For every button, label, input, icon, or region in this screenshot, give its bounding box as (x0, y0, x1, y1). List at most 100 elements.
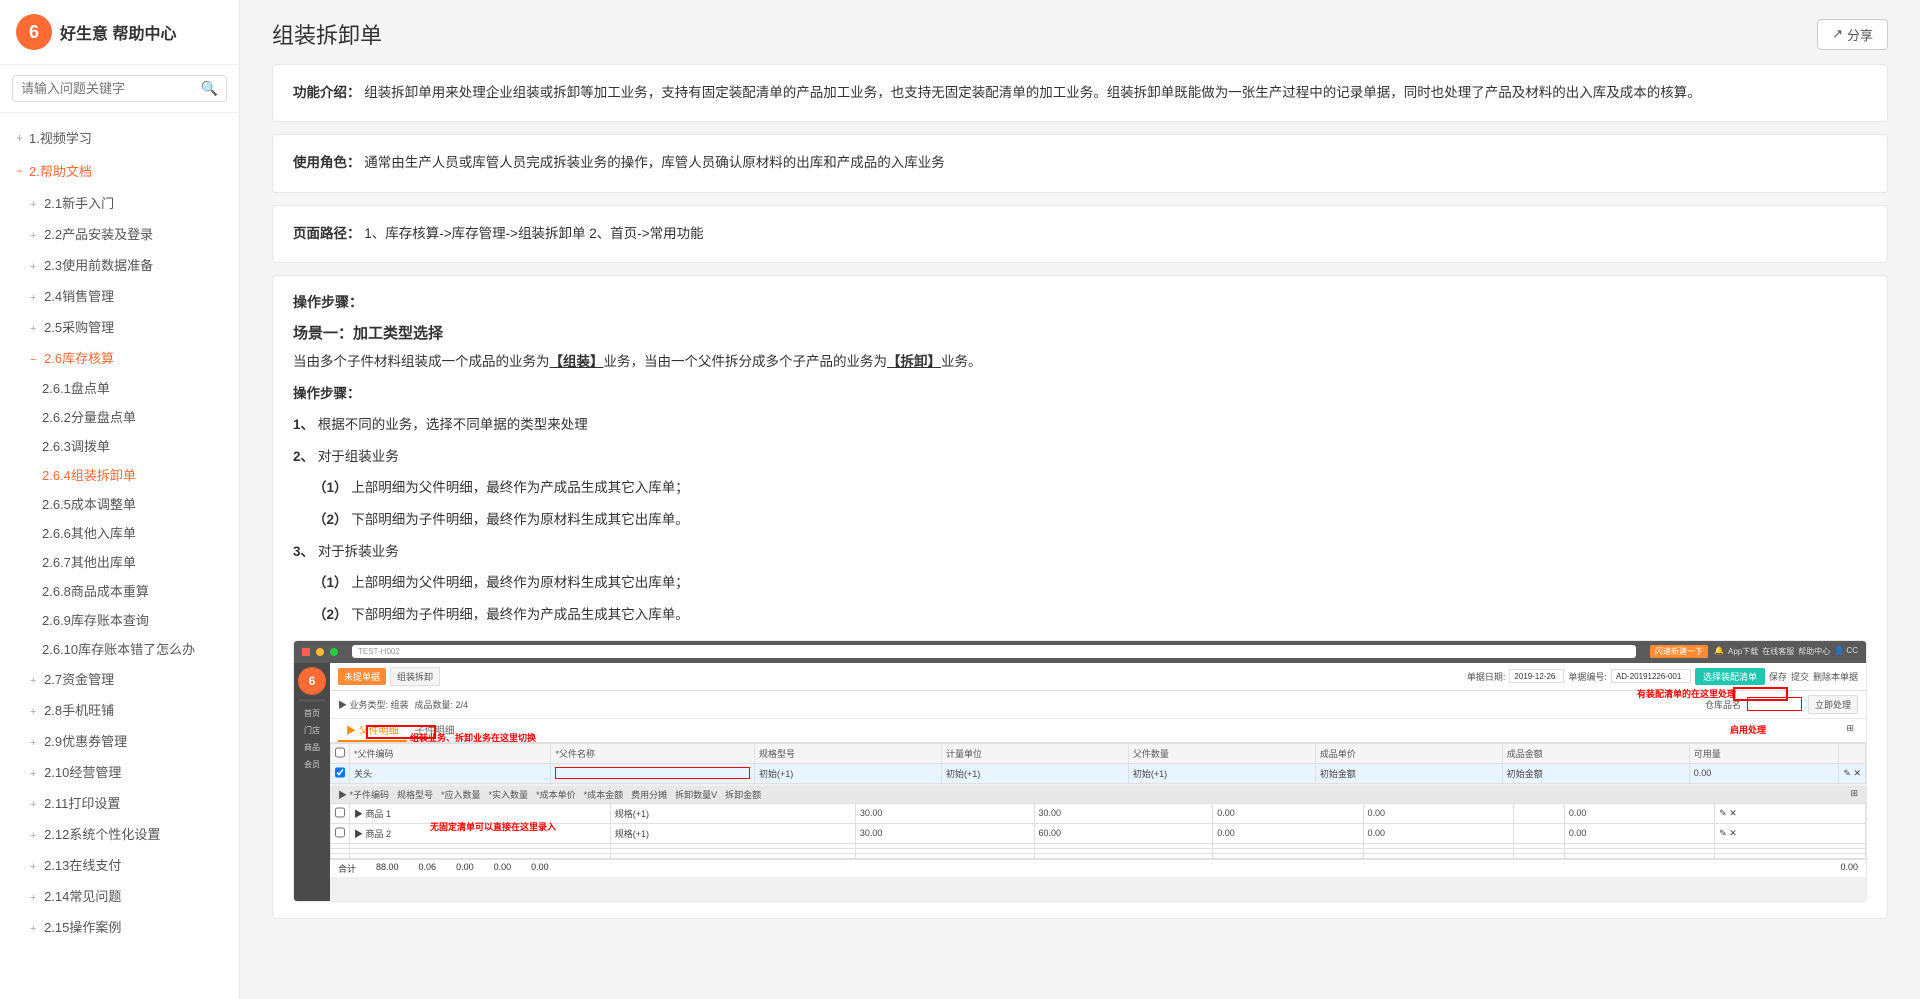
sidebar-item-262[interactable]: 2.6.2分量盘点单 (0, 402, 239, 431)
sub-row1-check (331, 803, 350, 823)
app-inner: 6 首页 门店 商品 会员 未提单据 (294, 663, 1866, 901)
intro-card: 功能介绍： 组装拆卸单用来处理企业组装或拆卸等加工业务，支持有固定装配清单的产品… (272, 64, 1888, 122)
sidebar: 6 好生意 帮助中心 🔍 + 1.视频学习 − 2.帮助文档 + (0, 0, 240, 999)
sidebar-item-data[interactable]: + 2.3使用前数据准备 (0, 249, 239, 280)
col-ops (1839, 743, 1866, 763)
search-input[interactable] (21, 81, 201, 96)
sub-row5-2 (350, 853, 611, 858)
sidebar-item-capital[interactable]: + 2.7资金管理 (0, 663, 239, 694)
sub-tab2: 规格型号 (397, 788, 433, 801)
intro-label: 功能介绍： (293, 85, 361, 100)
scenario1-desc: 当由多个子件材料组装成一个成品的业务为【组装】业务，当由一个父件拆分成多个子产品… (293, 349, 1867, 375)
sub-row5-4 (855, 853, 1034, 858)
mock-action-submit: 提交 (1791, 670, 1809, 683)
form-toolbar: 未提单据 组装拆卸 单据日期: 2019-12-26 单据编号: AD-2019… (330, 663, 1866, 691)
sidebar-item-coupon[interactable]: + 2.9优惠券管理 (0, 725, 239, 756)
sidebar-item-videos[interactable]: + 1.视频学习 (0, 121, 239, 154)
field-label-type: ▶ 业务类型: 组装 (338, 698, 409, 711)
sidebar-item-266[interactable]: 2.6.6其他入库单 (0, 518, 239, 547)
mock-assemble-btn: 选择装配清单 (1695, 668, 1765, 685)
sub-row1-del[interactable]: ✕ (1729, 808, 1737, 818)
role-text: 通常由生产人员或库管人员完成拆装业务的操作，库管人员确认原材料的出库和产成品的入… (364, 155, 945, 170)
url-text: TEST-H002 (358, 647, 400, 656)
mock-sub-header: ▶ *子件编码 规格型号 *应入数量 *实入数量 *成本单价 *成本金额 费用分… (330, 786, 1866, 803)
row1-checkbox[interactable] (335, 766, 345, 779)
mini-nav-store[interactable]: 门店 (304, 723, 320, 738)
nav-group-videos: + 1.视频学习 (0, 121, 239, 154)
sub-tab3: *应入数量 (441, 788, 481, 801)
sub-row2-checkbox[interactable] (335, 826, 345, 839)
sub-row2-edit[interactable]: ✎ (1719, 828, 1727, 838)
sub-row2-check (331, 823, 350, 843)
mock-num-input: AD-20191226-001 (1611, 669, 1691, 683)
sidebar-item-mobile[interactable]: + 2.8手机旺铺 (0, 694, 239, 725)
field-label-qty: 成品数量: 2/4 (415, 698, 469, 711)
mock-table-body: 关头 初始(+1) 初始(+1) 初始(+1) 初始金额 初始金额 (331, 763, 1866, 783)
app-title: 好生意 帮助中心 (60, 20, 176, 44)
sidebar-item-inventory[interactable]: − 2.6库存核算 (0, 342, 239, 373)
row1-parentqty: 初始(+1) (1128, 763, 1315, 783)
sidebar-item-265[interactable]: 2.6.5成本调整单 (0, 489, 239, 518)
row1-edit-icon[interactable]: ✎ (1843, 768, 1851, 778)
sidebar-item-purchase[interactable]: + 2.5采购管理 (0, 311, 239, 342)
sidebar-item-269[interactable]: 2.6.9库存账本查询 (0, 605, 239, 634)
sub-row1-checkbox[interactable] (335, 806, 345, 819)
row1-action: ✎ ✕ (1839, 763, 1866, 783)
col-total-cost: 成品金额 (1502, 743, 1689, 763)
sub-row2-qty: 0.00 (1564, 823, 1714, 843)
share-button[interactable]: ↗ 分享 (1817, 19, 1888, 50)
mock-date-label: 单据日期: (1467, 670, 1506, 683)
mock-sub-table-area: ▶ *子件编码 规格型号 *应入数量 *实入数量 *成本单价 *成本金额 费用分… (330, 786, 1866, 877)
app-logo: 6 (16, 14, 52, 50)
sub-row5-6 (1213, 853, 1363, 858)
close-dot (302, 648, 310, 656)
sidebar-item-payment[interactable]: + 2.13在线支付 (0, 849, 239, 880)
sidebar-item-261[interactable]: 2.6.1盘点单 (0, 373, 239, 402)
mini-nav-member[interactable]: 会员 (304, 757, 320, 772)
col-checkbox (331, 743, 350, 763)
plus-icon: + (16, 131, 23, 145)
sidebar-item-sales[interactable]: + 2.4销售管理 (0, 280, 239, 311)
sub-row1-edit[interactable]: ✎ (1719, 808, 1727, 818)
mock-tab-inactive: 子件明细 (407, 719, 463, 742)
sidebar-item-2610[interactable]: 2.6.10库存账本错了怎么办 (0, 634, 239, 663)
sub-row2-del[interactable]: ✕ (1729, 828, 1737, 838)
sidebar-item-install[interactable]: + 2.2产品安装及登录 (0, 218, 239, 249)
ops-step-3: 3、 对于拆装业务 (293, 539, 1867, 565)
sidebar-item-268[interactable]: 2.6.8商品成本重算 (0, 576, 239, 605)
path-card: 页面路径： 1、库存核算->库存管理->组装拆卸单 2、首页->常用功能 (272, 205, 1888, 263)
mock-date-input: 2019-12-26 (1509, 669, 1564, 683)
col-spec: 规格型号 (754, 743, 941, 763)
sidebar-item-operation[interactable]: + 2.10经营管理 (0, 756, 239, 787)
row1-delete-icon[interactable]: ✕ (1853, 768, 1861, 778)
nav-sub-inventory: 2.6.1盘点单 2.6.2分量盘点单 2.6.3调拨单 2.6.4组装拆卸单 … (0, 373, 239, 663)
sub-row1-amount: ✎ ✕ (1715, 803, 1866, 823)
search-icon[interactable]: 🔍 (201, 80, 218, 97)
mock-sub-table: ▶ 商品 1 规格(+1) 30.00 30.00 0.00 0.00 (330, 803, 1866, 859)
mini-nav-home[interactable]: 首页 (304, 706, 320, 721)
sidebar-item-personalize[interactable]: + 2.12系统个性化设置 (0, 818, 239, 849)
mini-logo: 6 (298, 667, 326, 695)
sidebar-item-cases[interactable]: + 2.15操作案例 (0, 911, 239, 942)
main-header: 组装拆卸单 ↗ 分享 (240, 0, 1920, 64)
sidebar-item-267[interactable]: 2.6.7其他出库单 (0, 547, 239, 576)
sidebar-item-docs[interactable]: − 2.帮助文档 (0, 154, 239, 187)
minimize-dot (316, 648, 324, 656)
sidebar-item-new[interactable]: + 2.1新手入门 (0, 187, 239, 218)
select-all[interactable] (335, 746, 345, 759)
mini-nav-goods[interactable]: 商品 (304, 740, 320, 755)
mock-save-btn: 未提单据 (338, 668, 386, 685)
mock-tab-active: ▶ 父件明细 (338, 719, 407, 742)
total-val2: 0.06 (419, 862, 437, 875)
mock-table-area: *父件编码 *父件名称 规格型号 计量单位 父件数量 成品单价 成品金额 (330, 743, 1866, 784)
path-label: 页面路径： (293, 226, 361, 241)
row1-unit: 初始(+1) (941, 763, 1128, 783)
sidebar-item-264[interactable]: 2.6.4组装拆卸单 (0, 460, 239, 489)
sidebar-item-263[interactable]: 2.6.3调拨单 (0, 431, 239, 460)
sidebar-item-print[interactable]: + 2.11打印设置 (0, 787, 239, 818)
sidebar-item-faq[interactable]: + 2.14常见问题 (0, 880, 239, 911)
col-parent-name: *父件名称 (551, 743, 755, 763)
col-parent-qty: 父件数量 (1128, 743, 1315, 763)
sub-row1-plan: 30.00 (855, 803, 1034, 823)
row1-name (551, 763, 755, 783)
